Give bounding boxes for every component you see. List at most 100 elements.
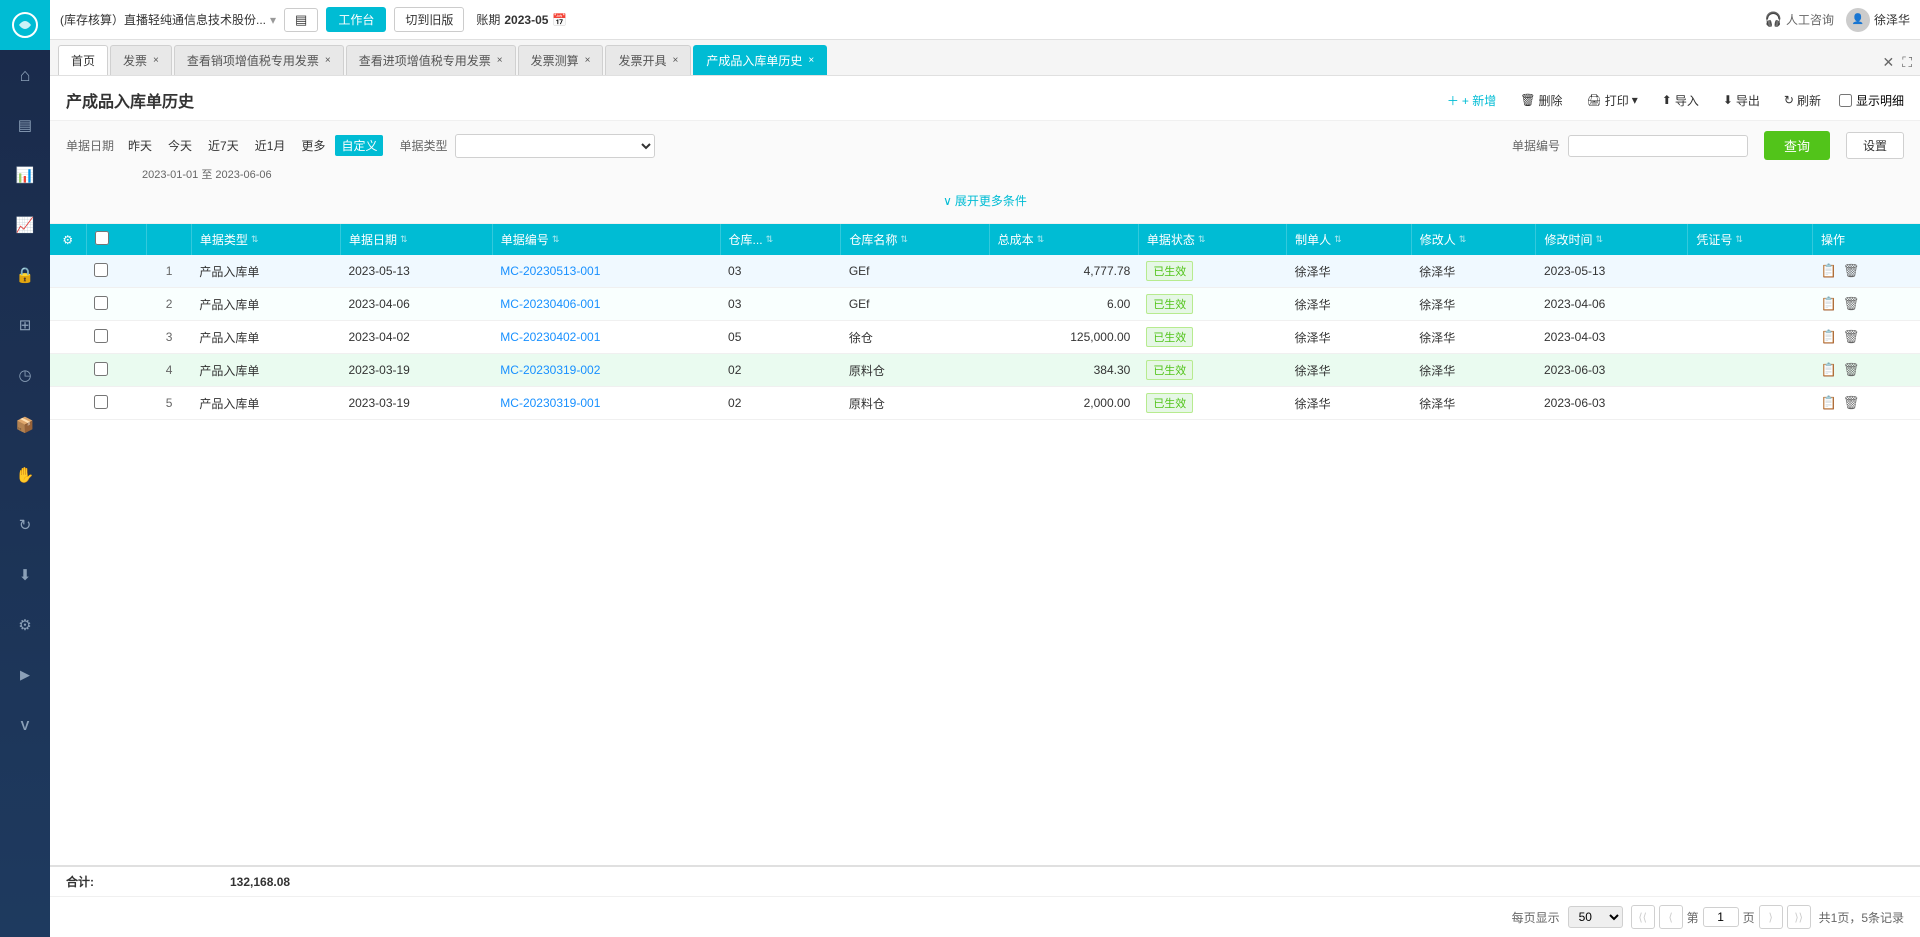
row-delete-icon[interactable]: 🗑 [1843,395,1860,411]
page-first-btn[interactable]: ⟨⟨ [1631,905,1655,929]
row-delete-icon[interactable]: 🗑 [1843,263,1860,279]
sidebar-item-lock[interactable]: 🔒 [0,250,50,300]
row-number-link[interactable]: MC-20230406-001 [500,297,600,311]
sidebar-item-analytics[interactable]: 📈 [0,200,50,250]
row-checkbox-cell[interactable] [86,387,147,420]
sidebar-item-settings[interactable]: ⚙ [0,600,50,650]
date-btn-1month[interactable]: 近1月 [249,135,292,156]
tab-invoice-calc[interactable]: 发票测算 × [518,45,604,75]
date-btn-custom[interactable]: 自定义 [335,135,383,156]
sidebar-item-doc[interactable]: ▤ [0,100,50,150]
export-btn[interactable]: ⬇ 导出 [1717,89,1766,112]
sidebar-item-play[interactable]: ▶ [0,650,50,700]
import-btn[interactable]: ⬆ 导入 [1656,89,1705,112]
th-creator[interactable]: 制单人 ⇅ [1287,224,1412,255]
period-selector[interactable]: 账期 2023-05 📅 [476,11,567,28]
company-selector[interactable]: (库存核算）直播轻纯通信息技术股份... ▾ [60,11,276,28]
th-status[interactable]: 单据状态 ⇅ [1138,224,1286,255]
sidebar-item-grid[interactable]: ⊞ [0,300,50,350]
row-checkbox[interactable] [94,296,108,310]
tab-sales-close[interactable]: × [325,55,331,66]
date-btn-7days[interactable]: 近7天 [202,135,245,156]
print-dropdown-icon[interactable]: ▾ [1632,93,1638,107]
row-number-link[interactable]: MC-20230319-002 [500,363,600,377]
sidebar-item-home[interactable]: ⌂ [0,50,50,100]
th-modifier[interactable]: 修改人 ⇅ [1411,224,1536,255]
row-checkbox[interactable] [94,263,108,277]
page-prev-btn[interactable]: ⟨ [1659,905,1683,929]
number-filter-input[interactable] [1568,135,1748,157]
tab-close-all-icon[interactable]: ✕ [1882,54,1894,71]
page-number-input[interactable] [1703,907,1739,927]
row-checkbox[interactable] [94,362,108,376]
row-checkbox-cell[interactable] [86,354,147,387]
th-total-cost[interactable]: 总成本 ⇅ [989,224,1138,255]
workspace-btn[interactable]: 工作台 [326,7,386,32]
sidebar-item-package[interactable]: 📦 [0,400,50,450]
row-edit-icon[interactable]: 📋 [1821,362,1837,378]
row-delete-icon[interactable]: 🗑 [1843,296,1860,312]
sidebar-item-version[interactable]: V [0,700,50,750]
row-number-link[interactable]: MC-20230513-001 [500,264,600,278]
tab-open-close[interactable]: × [672,55,678,66]
th-type[interactable]: 单据类型 ⇅ [191,224,340,255]
tab-home[interactable]: 首页 [58,45,108,75]
date-btn-more[interactable]: 更多 [295,135,331,156]
tab-invoice-close[interactable]: × [153,55,159,66]
page-last-btn[interactable]: ⟩⟩ [1787,905,1811,929]
sidebar-item-clock[interactable]: ◷ [0,350,50,400]
th-warehouse-name[interactable]: 仓库名称 ⇅ [841,224,989,255]
date-btn-yesterday[interactable]: 昨天 [122,135,158,156]
row-edit-icon[interactable]: 📋 [1821,329,1837,345]
tab-product-history-close[interactable]: × [808,55,814,66]
expand-conditions-btn[interactable]: ∨ 展开更多条件 [943,192,1027,209]
row-number-link[interactable]: MC-20230319-001 [500,396,600,410]
row-delete-icon[interactable]: 🗑 [1843,329,1860,345]
show-detail-checkbox[interactable] [1839,94,1852,107]
per-page-select[interactable]: 50 20 100 [1568,906,1623,928]
user-menu[interactable]: 👤 徐泽华 [1846,8,1910,32]
row-number-link[interactable]: MC-20230402-001 [500,330,600,344]
tab-purchase-close[interactable]: × [497,55,503,66]
row-edit-icon[interactable]: 📋 [1821,296,1837,312]
tab-purchase-invoice[interactable]: 查看进项增值税专用发票 × [346,45,516,75]
row-delete-icon[interactable]: 🗑 [1843,362,1860,378]
company-dropdown-icon[interactable]: ▾ [270,13,276,27]
th-warehouse-code[interactable]: 仓库... ⇅ [720,224,841,255]
th-date[interactable]: 单据日期 ⇅ [340,224,492,255]
tab-calc-close[interactable]: × [585,55,591,66]
query-btn[interactable]: 查询 [1764,131,1830,160]
delete-btn[interactable]: 🗑 删除 [1514,89,1568,112]
th-modify-time[interactable]: 修改时间 ⇅ [1536,224,1688,255]
row-edit-icon[interactable]: 📋 [1821,263,1837,279]
template-btn[interactable]: ▤ [284,8,318,32]
period-calendar-icon[interactable]: 📅 [552,13,567,27]
settings-btn[interactable]: 设置 [1846,132,1904,159]
row-checkbox-cell[interactable] [86,255,147,288]
select-all-checkbox[interactable] [95,231,109,245]
th-checkbox[interactable] [86,224,147,255]
tab-product-history[interactable]: 产成品入库单历史 × [693,45,827,75]
row-checkbox-cell[interactable] [86,321,147,354]
row-checkbox[interactable] [94,395,108,409]
type-filter-select[interactable] [455,134,655,158]
sidebar-item-hand[interactable]: ✋ [0,450,50,500]
th-settings[interactable]: ⚙ [50,224,86,255]
row-checkbox-cell[interactable] [86,288,147,321]
refresh-btn[interactable]: ↻ 刷新 [1778,89,1827,112]
sidebar-item-refresh[interactable]: ↻ [0,500,50,550]
page-next-btn[interactable]: ⟩ [1759,905,1783,929]
tab-maximize-icon[interactable]: ⛶ [1902,54,1912,71]
tab-invoice[interactable]: 发票 × [110,45,172,75]
sidebar-item-download[interactable]: ⬇ [0,550,50,600]
show-detail-toggle[interactable]: 显示明细 [1839,92,1904,109]
th-number[interactable]: 单据编号 ⇅ [492,224,720,255]
print-btn[interactable]: 🖨 打印 ▾ [1580,89,1643,112]
th-voucher[interactable]: 凭证号 ⇅ [1688,224,1813,255]
row-edit-icon[interactable]: 📋 [1821,395,1837,411]
row-checkbox[interactable] [94,329,108,343]
date-btn-today[interactable]: 今天 [162,135,198,156]
tab-invoice-open[interactable]: 发票开具 × [605,45,691,75]
sidebar-item-chart[interactable]: 📊 [0,150,50,200]
user-service-btn[interactable]: 🎧 人工咨询 [1765,11,1834,28]
